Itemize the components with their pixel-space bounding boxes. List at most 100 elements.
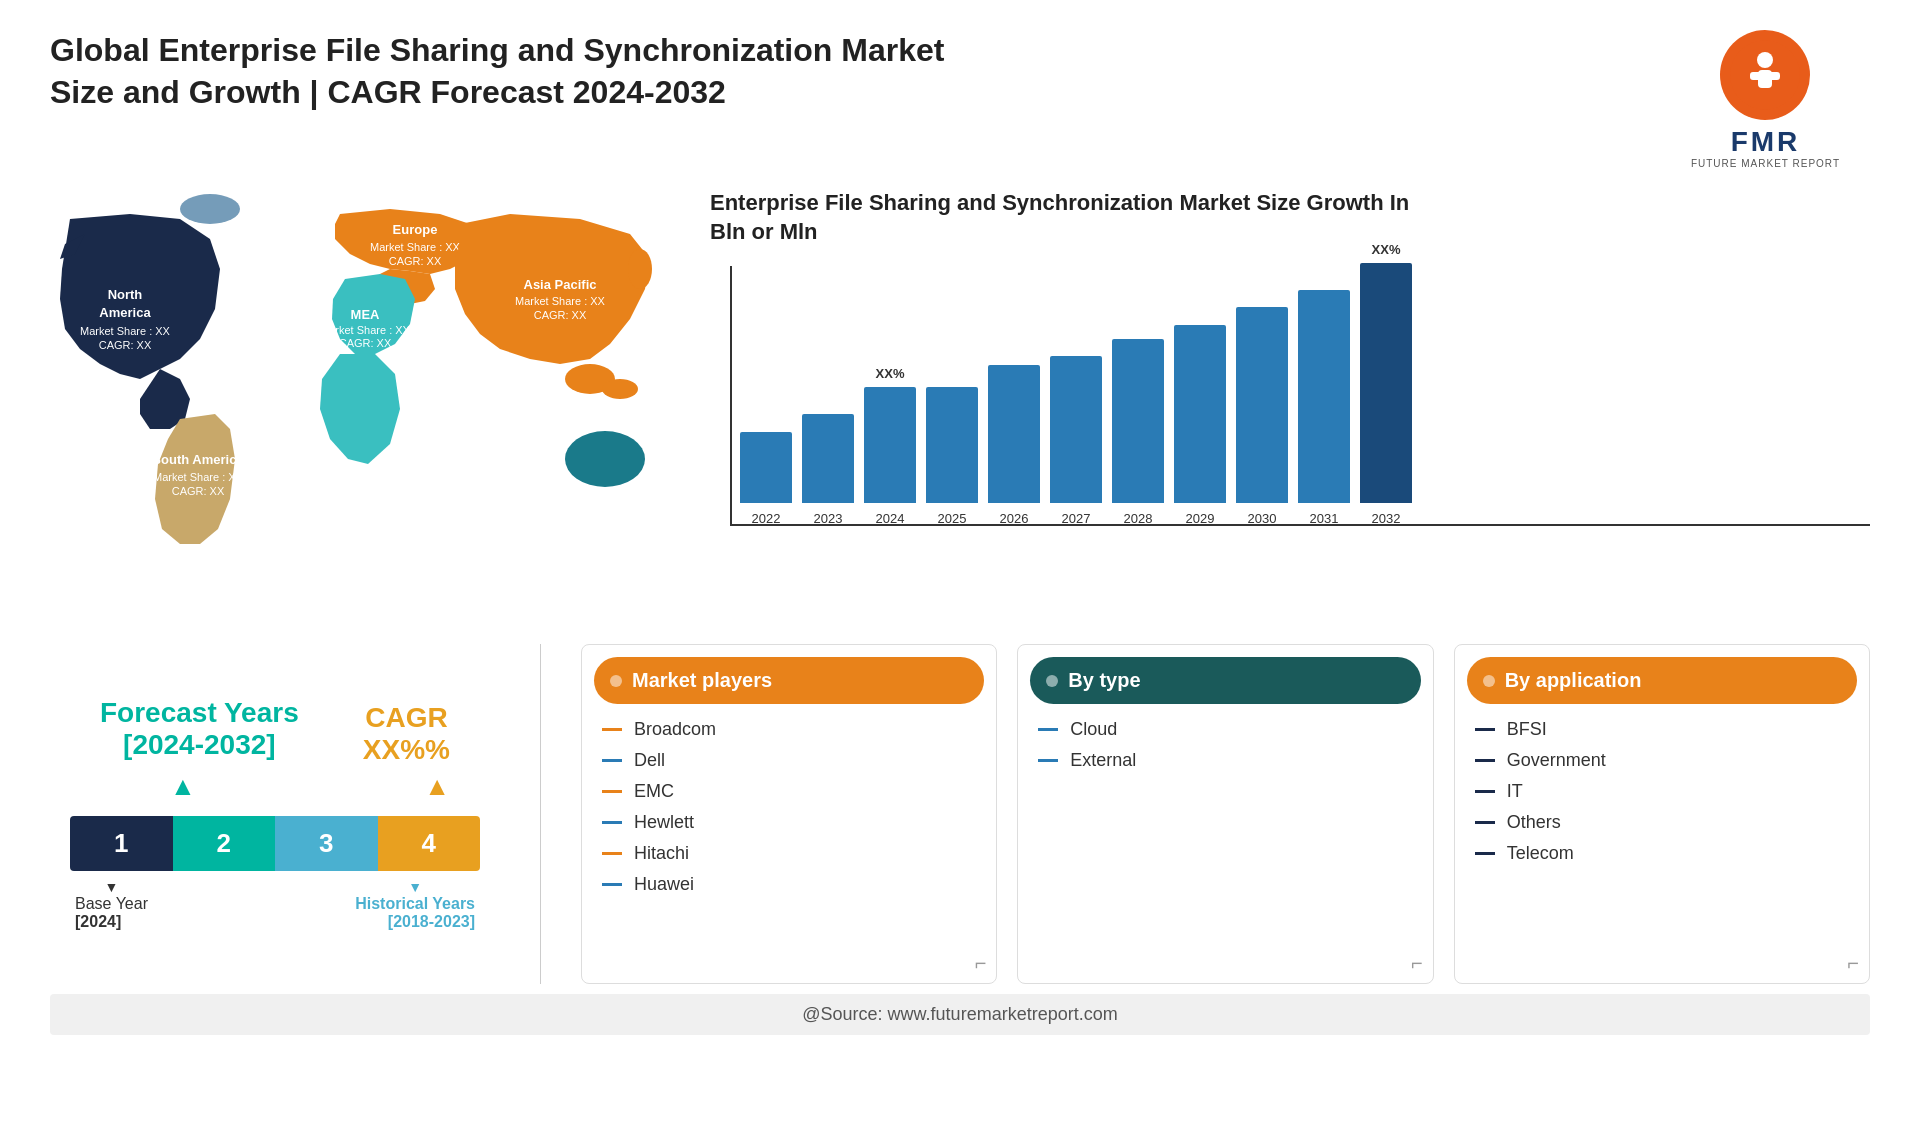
bar-year-label: 2032 bbox=[1372, 511, 1401, 526]
logo-fmr: FMR bbox=[1731, 126, 1801, 158]
bar-year-label: 2024 bbox=[876, 511, 905, 526]
bar-year-label: 2022 bbox=[752, 511, 781, 526]
chart-bar bbox=[1174, 325, 1226, 503]
svg-point-15 bbox=[628, 249, 652, 289]
chart-bar bbox=[1298, 290, 1350, 503]
svg-text:Asia Pacific: Asia Pacific bbox=[524, 277, 597, 292]
svg-text:Europe: Europe bbox=[393, 222, 438, 237]
asia-pacific-region: Asia Pacific Market Share : XX CAGR: XX bbox=[455, 214, 652, 487]
list-item: Cloud bbox=[1038, 719, 1412, 740]
bar-group: 2028 bbox=[1112, 315, 1164, 526]
list-item: Telecom bbox=[1475, 843, 1849, 864]
by-application-header: By application bbox=[1467, 657, 1857, 704]
market-players-card: Market players Broadcom Dell EMC Hewlett… bbox=[581, 644, 997, 984]
mea-region: MEA Market Share : XX CAGR: XX bbox=[320, 274, 415, 464]
dash-icon bbox=[602, 728, 622, 731]
list-item: BFSI bbox=[1475, 719, 1849, 740]
content-top: North America Market Share : XX CAGR: XX… bbox=[50, 189, 1870, 619]
cards-section: Market players Broadcom Dell EMC Hewlett… bbox=[581, 644, 1870, 984]
svg-text:CAGR: XX: CAGR: XX bbox=[99, 339, 152, 351]
by-type-card: By type Cloud External ⌐ bbox=[1017, 644, 1433, 984]
svg-text:CAGR: XX: CAGR: XX bbox=[389, 255, 442, 267]
svg-text:South America: South America bbox=[152, 452, 244, 467]
by-type-title: By type bbox=[1068, 669, 1140, 692]
step-2: 2 bbox=[173, 816, 276, 871]
by-application-card: By application BFSI Government IT Others… bbox=[1454, 644, 1870, 984]
svg-text:CAGR: XX: CAGR: XX bbox=[534, 309, 587, 321]
south-america-region: South America Market Share : XX CAGR: XX bbox=[152, 414, 244, 544]
bar-group: 2031 bbox=[1298, 266, 1350, 526]
bar-year-label: 2031 bbox=[1310, 511, 1339, 526]
chart-title: Enterprise File Sharing and Synchronizat… bbox=[710, 189, 1410, 246]
chart-bar bbox=[926, 387, 978, 503]
bar-year-label: 2028 bbox=[1124, 511, 1153, 526]
svg-text:CAGR: XX: CAGR: XX bbox=[172, 485, 225, 497]
bar-year-label: 2023 bbox=[814, 511, 843, 526]
dash-icon bbox=[1475, 790, 1495, 793]
chart-bar bbox=[1360, 263, 1412, 503]
list-item: Hitachi bbox=[602, 843, 976, 864]
forecast-section: Forecast Years [2024-2032] CAGR XX%% ▲ ▲ bbox=[50, 644, 500, 984]
list-item: Huawei bbox=[602, 874, 976, 895]
logo-text-area: FMR FUTURE MARKET REPORT bbox=[1691, 126, 1840, 169]
forecast-years-label: Forecast Years [2024-2032] bbox=[100, 697, 299, 761]
by-type-content: Cloud External bbox=[1018, 704, 1432, 952]
svg-text:North: North bbox=[108, 287, 143, 302]
dash-icon bbox=[1475, 821, 1495, 824]
dash-icon bbox=[1038, 728, 1058, 731]
list-item: EMC bbox=[602, 781, 976, 802]
section-divider bbox=[540, 644, 541, 984]
map-section: North America Market Share : XX CAGR: XX… bbox=[50, 189, 670, 619]
svg-text:Market Share : XX: Market Share : XX bbox=[370, 241, 461, 253]
list-item: Dell bbox=[602, 750, 976, 771]
chart-bar bbox=[988, 365, 1040, 503]
bar-year-label: 2026 bbox=[1000, 511, 1029, 526]
svg-text:MEA: MEA bbox=[351, 307, 381, 322]
dash-icon bbox=[602, 790, 622, 793]
logo-sub: FUTURE MARKET REPORT bbox=[1691, 158, 1840, 169]
bar-group: 2029 bbox=[1174, 301, 1226, 526]
chart-bar bbox=[1050, 356, 1102, 503]
by-application-content: BFSI Government IT Others Telecom bbox=[1455, 704, 1869, 952]
market-players-header: Market players bbox=[594, 657, 984, 704]
bar-group: 2025 bbox=[926, 363, 978, 526]
steps-bar: 1 2 3 4 bbox=[70, 816, 480, 871]
logo-container: FMR FUTURE MARKET REPORT bbox=[1691, 30, 1840, 169]
step-1: 1 bbox=[70, 816, 173, 871]
list-item: Others bbox=[1475, 812, 1849, 833]
bar-group: XX% 2024 bbox=[864, 363, 916, 526]
svg-point-14 bbox=[565, 431, 645, 487]
card-dot bbox=[610, 675, 622, 687]
content-bottom: Forecast Years [2024-2032] CAGR XX%% ▲ ▲ bbox=[50, 644, 1870, 984]
dash-icon bbox=[1475, 728, 1495, 731]
bar-group: 2026 bbox=[988, 341, 1040, 526]
chart-bar bbox=[1112, 339, 1164, 503]
base-year-label: Base Year [2024] bbox=[75, 895, 148, 931]
header: Global Enterprise File Sharing and Synch… bbox=[50, 30, 1870, 169]
svg-text:Market Share : XX: Market Share : XX bbox=[153, 471, 244, 483]
dash-icon bbox=[602, 821, 622, 824]
dash-icon bbox=[1475, 852, 1495, 855]
dash-icon bbox=[602, 883, 622, 886]
historical-label: Historical Years [2018-2023] bbox=[355, 895, 475, 931]
bar-group: 2030 bbox=[1236, 283, 1288, 526]
bar-top-label: XX% bbox=[876, 363, 905, 383]
bar-group: XX%2032 bbox=[1360, 239, 1412, 526]
dash-icon bbox=[602, 852, 622, 855]
page-title: Global Enterprise File Sharing and Synch… bbox=[50, 30, 950, 113]
bar-group: 2023 bbox=[802, 390, 854, 526]
logo-circle bbox=[1720, 30, 1810, 120]
svg-point-13 bbox=[602, 379, 638, 399]
by-type-header: By type bbox=[1030, 657, 1420, 704]
svg-point-1 bbox=[1757, 52, 1773, 68]
svg-text:CAGR: XX: CAGR: XX bbox=[339, 337, 392, 349]
dash-icon bbox=[1038, 759, 1058, 762]
by-application-title: By application bbox=[1505, 669, 1642, 692]
dash-icon bbox=[602, 759, 622, 762]
step-3: 3 bbox=[275, 816, 378, 871]
bar-group: 2027 bbox=[1050, 332, 1102, 526]
source-bar: @Source: www.futuremarketreport.com bbox=[50, 994, 1870, 1035]
dash-icon bbox=[1475, 759, 1495, 762]
svg-rect-4 bbox=[1768, 72, 1780, 80]
svg-text:Market Share : XX: Market Share : XX bbox=[320, 324, 411, 336]
